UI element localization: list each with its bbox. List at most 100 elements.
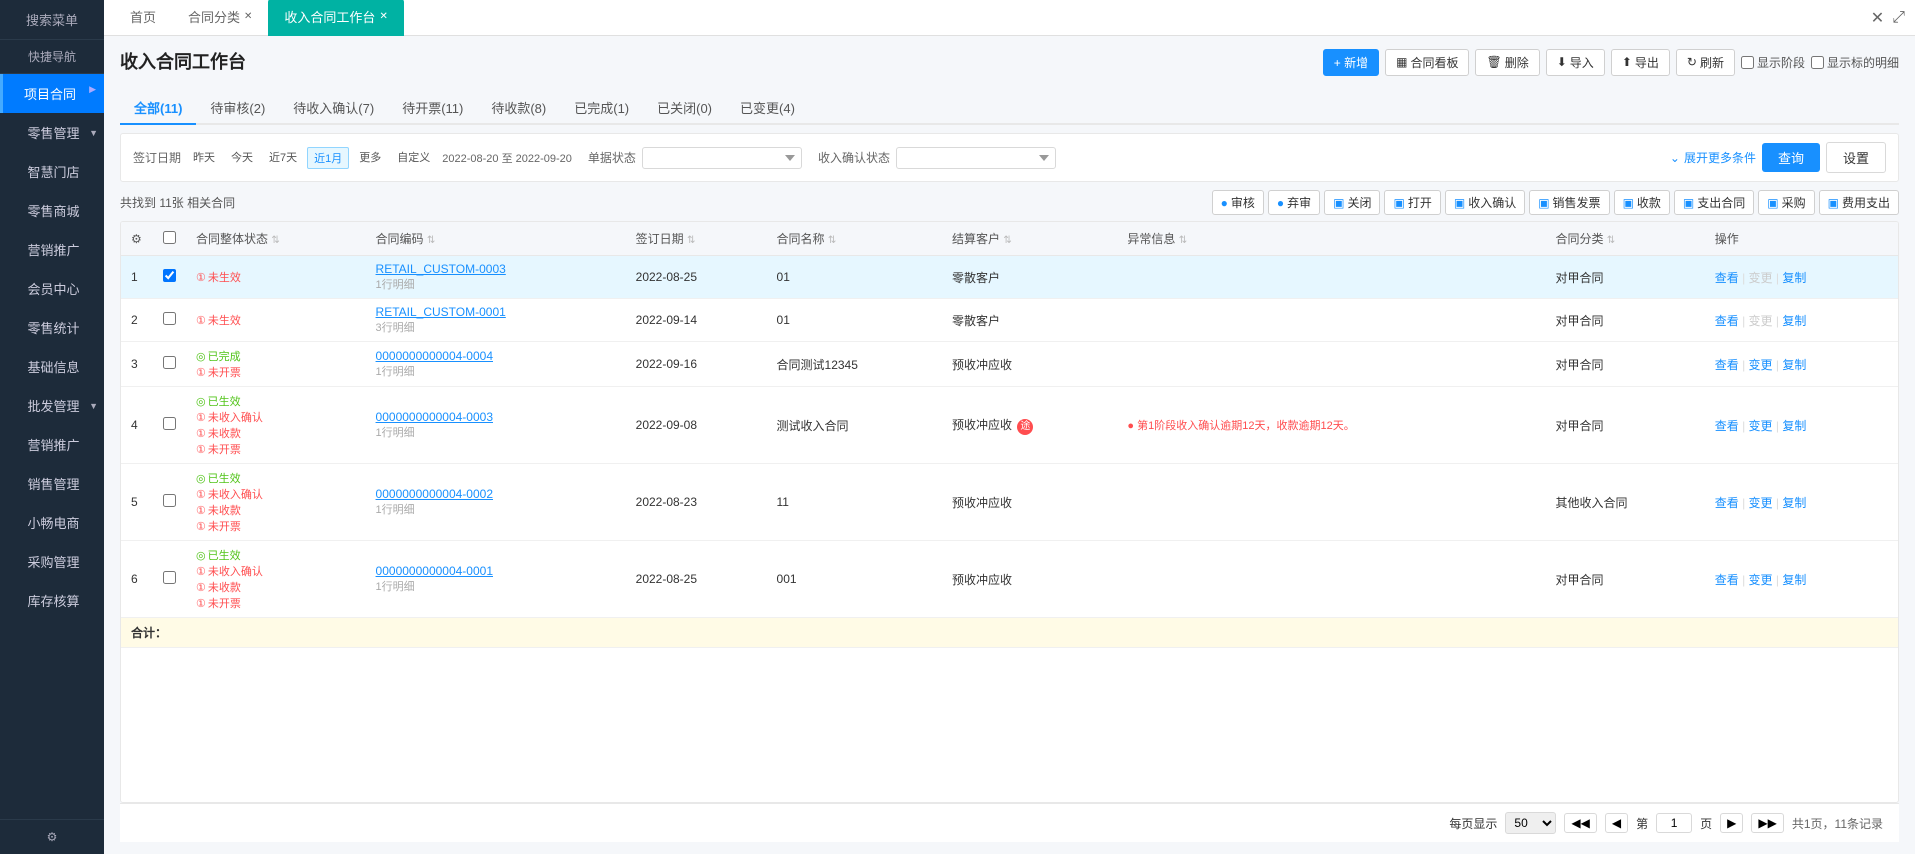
sidebar-item-project[interactable]: 项目合同 ▶ [0,74,104,113]
support-btn[interactable]: ▣ 支出合同 [1674,190,1754,215]
delete-button[interactable]: 🗑 删除 [1475,49,1539,76]
op-view[interactable]: 查看 [1715,314,1739,328]
print-btn[interactable]: ▣ 打开 [1384,190,1440,215]
sidebar-quick-nav[interactable]: 快捷导航 [0,40,104,74]
refresh-button[interactable]: ↻ 刷新 [1676,49,1735,76]
sidebar-item-marketing[interactable]: 营销推广 [0,230,104,269]
cell-checkbox[interactable] [153,541,186,618]
row-checkbox[interactable] [163,312,176,325]
op-change[interactable]: 变更 [1749,419,1773,433]
op-copy[interactable]: 复制 [1782,271,1806,285]
page-number-input[interactable] [1656,813,1692,833]
set-button[interactable]: 设置 [1826,142,1886,173]
date-more[interactable]: 更多 [353,147,387,169]
cell-checkbox[interactable] [153,387,186,464]
row-checkbox[interactable] [163,269,176,282]
op-view[interactable]: 查看 [1715,573,1739,587]
select-all-checkbox[interactable] [163,231,176,244]
filter-tab-pending-review[interactable]: 待审核(2) [196,92,279,125]
income-confirm-select[interactable] [896,147,1056,169]
sidebar-item-sales[interactable]: 销售管理 [0,464,104,503]
invoice-btn[interactable]: ▣ 销售发票 [1529,190,1609,215]
date-custom[interactable]: 自定义 [391,147,436,169]
prev-page-button[interactable]: ◀ [1605,813,1628,833]
date-today[interactable]: 今天 [225,147,259,169]
filter-tab-pending-confirm[interactable]: 待收入确认(7) [279,92,388,125]
sidebar-search[interactable]: 搜索菜单 [0,0,104,40]
sidebar-item-purchase[interactable]: 采购管理 [0,542,104,581]
contract-code-link[interactable]: 0000000000004-0003 [376,410,493,424]
op-view[interactable]: 查看 [1715,419,1739,433]
sidebar-item-ecom[interactable]: 小畅电商 [0,503,104,542]
row-checkbox[interactable] [163,571,176,584]
sidebar-item-batch[interactable]: 批发管理 [0,386,104,425]
income-confirm-btn[interactable]: ▣ 收入确认 [1445,190,1525,215]
tab-contract-category[interactable]: 合同分类 ✕ [172,0,268,36]
cell-checkbox[interactable] [153,464,186,541]
filter-tab-pending-invoice[interactable]: 待开票(11) [388,92,477,125]
tab-home[interactable]: 首页 [114,0,172,36]
query-button[interactable]: 查询 [1762,143,1820,172]
close-window-icon[interactable]: ✕ [1871,8,1884,28]
kanban-button[interactable]: ▦ 合同看板 [1385,49,1469,76]
sidebar-settings[interactable]: ⚙ [0,819,104,854]
import-button[interactable]: ⬇ 导入 [1546,49,1605,76]
cell-checkbox[interactable] [153,256,186,299]
op-copy[interactable]: 复制 [1782,358,1806,372]
op-change[interactable]: 变更 [1749,358,1773,372]
sidebar-item-retail-mall[interactable]: 零售商城 [0,191,104,230]
contract-code-link[interactable]: 0000000000004-0001 [376,564,493,578]
tab-income-contract-close[interactable]: ✕ [379,11,387,22]
tab-contract-category-close[interactable]: ✕ [244,11,252,22]
col-settings[interactable]: ⚙ [121,222,153,256]
review-btn[interactable]: ● 审核 [1212,190,1264,215]
op-change[interactable]: 变更 [1749,496,1773,510]
sidebar-item-smart-store[interactable]: 智慧门店 [0,152,104,191]
cell-checkbox[interactable] [153,299,186,342]
export-button[interactable]: ⬆ 导出 [1611,49,1670,76]
contract-code-link[interactable]: 0000000000004-0004 [376,349,493,363]
close-contract-btn[interactable]: ▣ 关闭 [1324,190,1380,215]
expand-button[interactable]: ⌄ 展开更多条件 [1670,149,1756,166]
tab-income-contract[interactable]: 收入合同工作台 ✕ [268,0,403,36]
show-stage-input[interactable] [1741,56,1754,69]
maximize-icon[interactable]: ⤢ [1892,9,1905,27]
filter-tab-changed[interactable]: 已变更(4) [726,92,809,125]
abandon-btn[interactable]: ● 弃审 [1268,190,1320,215]
op-change[interactable]: 变更 [1749,573,1773,587]
filter-tab-all[interactable]: 全部(11) [120,92,196,125]
page-size-select[interactable]: 20 50 100 [1505,812,1556,834]
date-last7[interactable]: 近7天 [263,147,303,169]
doc-status-select[interactable] [642,147,802,169]
op-copy[interactable]: 复制 [1782,419,1806,433]
show-detail-checkbox[interactable]: 显示标的明细 [1811,54,1899,71]
sidebar-item-base-info[interactable]: 基础信息 [0,347,104,386]
row-checkbox[interactable] [163,494,176,507]
show-stage-checkbox[interactable]: 显示阶段 [1741,54,1805,71]
sidebar-item-inventory[interactable]: 库存核算 [0,581,104,620]
purchase-btn[interactable]: ▣ 采购 [1758,190,1814,215]
sidebar-item-retail[interactable]: 零售管理 [0,113,104,152]
op-copy[interactable]: 复制 [1782,314,1806,328]
last-page-button[interactable]: ▶▶ [1751,813,1783,833]
expense-btn[interactable]: ▣ 费用支出 [1819,190,1899,215]
row-checkbox[interactable] [163,417,176,430]
cell-checkbox[interactable] [153,342,186,387]
new-button[interactable]: + 新增 [1323,49,1379,76]
contract-code-link[interactable]: 0000000000004-0002 [376,487,493,501]
first-page-button[interactable]: ◀◀ [1564,813,1596,833]
op-copy[interactable]: 复制 [1782,496,1806,510]
sidebar-item-marketing2[interactable]: 营销推广 [0,425,104,464]
sidebar-item-retail-stat[interactable]: 零售统计 [0,308,104,347]
payment-btn[interactable]: ▣ 收款 [1614,190,1670,215]
date-last1month[interactable]: 近1月 [307,147,349,169]
sidebar-item-member[interactable]: 会员中心 [0,269,104,308]
show-detail-input[interactable] [1811,56,1824,69]
op-view[interactable]: 查看 [1715,496,1739,510]
op-view[interactable]: 查看 [1715,358,1739,372]
op-view[interactable]: 查看 [1715,271,1739,285]
date-yesterday[interactable]: 昨天 [187,147,221,169]
filter-tab-pending-payment[interactable]: 待收款(8) [477,92,560,125]
next-page-button[interactable]: ▶ [1720,813,1743,833]
row-checkbox[interactable] [163,356,176,369]
